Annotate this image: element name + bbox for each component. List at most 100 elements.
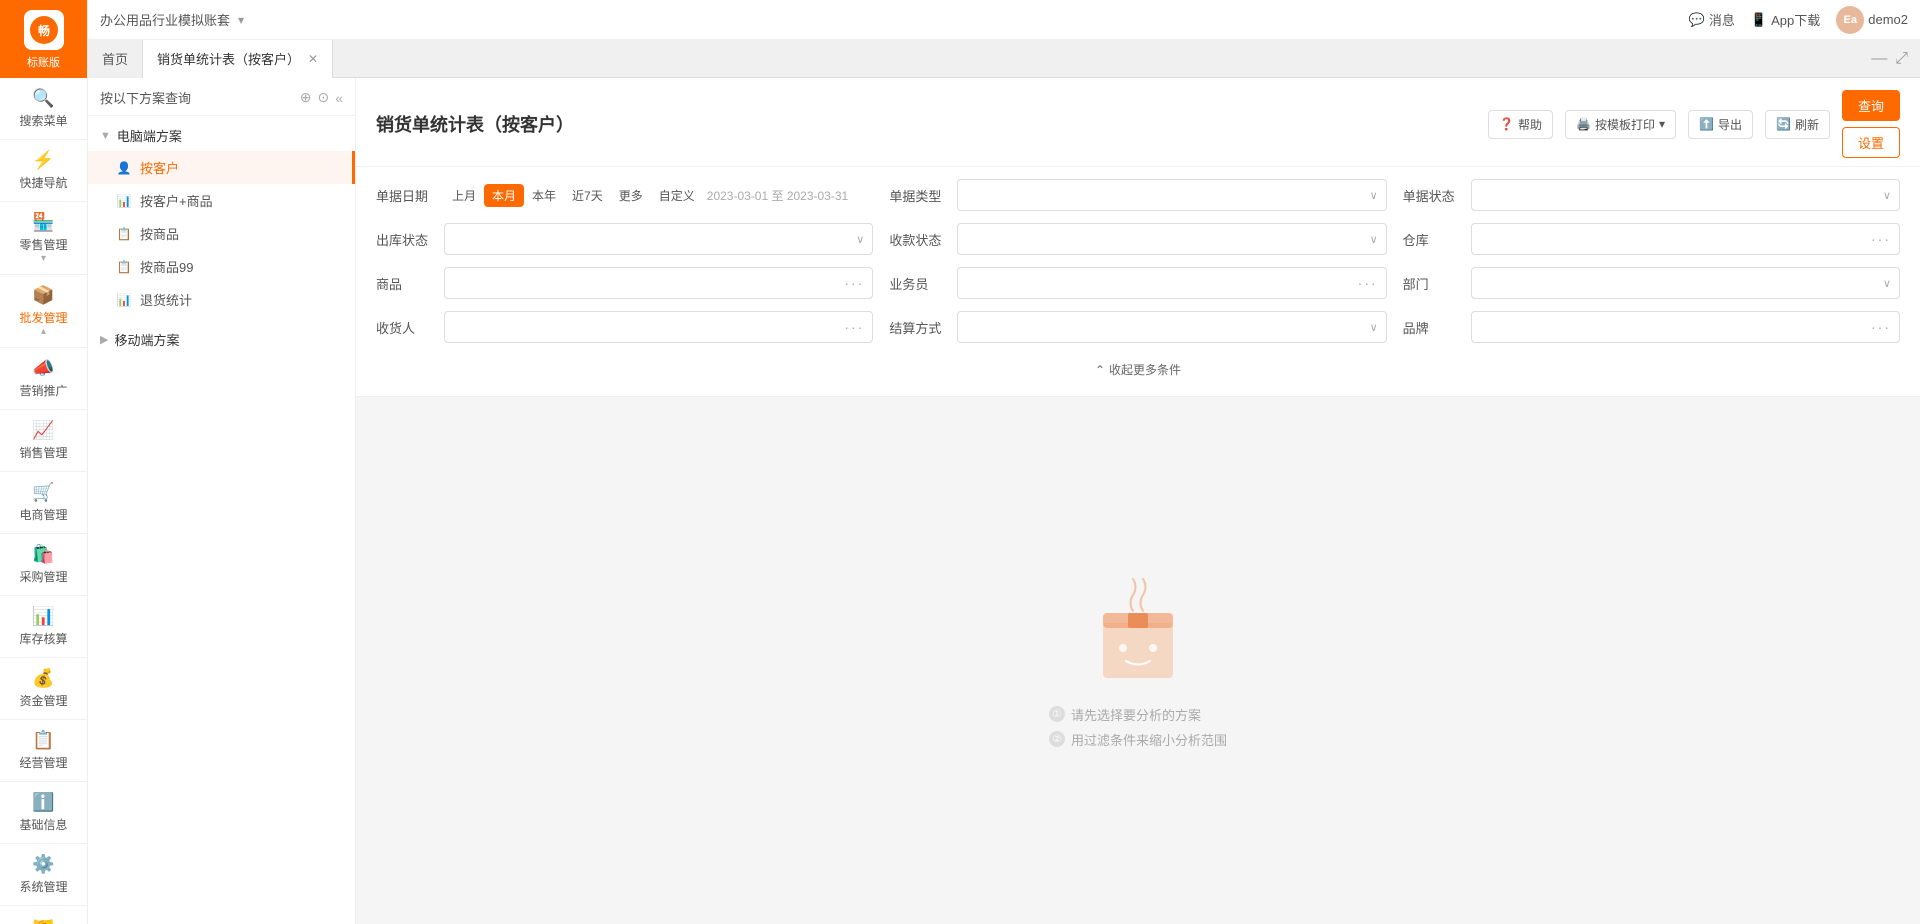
print-button[interactable]: 🖨️ 按模板打印 ▾ xyxy=(1565,110,1676,139)
refresh-label: 刷新 xyxy=(1795,116,1819,133)
sidebar-item-quicknav[interactable]: ⚡ 快捷导航 xyxy=(0,140,87,202)
filter-consignee: 收货人 ··· xyxy=(376,311,873,343)
department-input[interactable]: ∨ xyxy=(1471,267,1900,299)
scheme-item-goods[interactable]: 📋 按商品 xyxy=(88,217,355,250)
sidebar-item-search[interactable]: 🔍 搜索菜单 xyxy=(0,78,87,140)
sidebar-item-label: 零售管理 xyxy=(19,236,67,253)
query-button[interactable]: 查询 xyxy=(1842,90,1900,121)
scheme-item-goods99-label: 按商品99 xyxy=(140,257,193,276)
tab-home[interactable]: 首页 xyxy=(88,40,143,78)
sidebar-item-wholesale[interactable]: 📦 批发管理 ▴ xyxy=(0,275,87,348)
settlement-label: 结算方式 xyxy=(889,318,949,337)
sidebar-item-label: 批发管理 xyxy=(19,309,67,326)
content-area: 按以下方案查询 ⊕ ⊙ « ▼ 电脑端方案 👤 按客户 📊 xyxy=(88,78,1920,924)
salesperson-input[interactable]: ··· xyxy=(957,267,1386,299)
scheme-group-desktop-label: 电脑端方案 xyxy=(117,126,182,145)
group-expand-icon: ▼ xyxy=(100,130,111,142)
filter-row-4: 收货人 ··· 结算方式 ∨ 品牌 xyxy=(376,311,1900,343)
page-header: 销货单统计表（按客户） ❓ 帮助 🖨️ 按模板打印 ▾ ⬆️ 导出 xyxy=(356,78,1920,167)
tab-maximize-icon[interactable]: ⤢ xyxy=(1895,50,1908,68)
chevron-up-icon: ▴ xyxy=(41,326,46,337)
scheme-item-return-stats[interactable]: 📊 退货统计 xyxy=(88,283,355,316)
scheme-item-customer-goods[interactable]: 📊 按客户+商品 xyxy=(88,184,355,217)
scheme-group-desktop: ▼ 电脑端方案 👤 按客户 📊 按客户+商品 📋 按商品 📋 按商 xyxy=(88,116,355,320)
export-button[interactable]: ⬆️ 导出 xyxy=(1688,110,1753,139)
tab-sales-stats-label: 销货单统计表（按客户） xyxy=(157,49,300,68)
collapse-bar[interactable]: ⌃ 收起更多条件 xyxy=(376,355,1900,384)
filter-row-2: 出库状态 ∨ 收款状态 ∨ 仓库 xyxy=(376,223,1900,255)
settings-scheme-icon[interactable]: ⊙ xyxy=(317,89,329,106)
chevron-down-icon: ▾ xyxy=(41,253,46,264)
refresh-button[interactable]: 🔄 刷新 xyxy=(1765,110,1830,139)
tip-text-2: 用过滤条件来缩小分析范围 xyxy=(1071,730,1227,749)
date-range-bar: 上月 本月 本年 近7天 更多 自定义 2023-03-01 至 2023-03… xyxy=(444,183,873,208)
tab-minimize-icon[interactable]: — xyxy=(1871,50,1887,68)
sidebar-item-basicinfo[interactable]: ℹ️ 基础信息 xyxy=(0,782,87,844)
app-logo-text: 标账版 xyxy=(27,54,60,70)
collapse-arrow-icon: ⌃ xyxy=(1095,363,1105,377)
brand-dots-icon: ··· xyxy=(1871,319,1891,335)
tab-sales-stats[interactable]: 销货单统计表（按客户） ✕ xyxy=(143,40,333,78)
sidebar-item-retail[interactable]: 🏪 零售管理 ▾ xyxy=(0,202,87,275)
management-icon: 📋 xyxy=(32,730,54,751)
sales-icon: 📈 xyxy=(32,420,54,441)
help-label: 帮助 xyxy=(1518,116,1542,133)
date-btn-more[interactable]: 更多 xyxy=(611,183,651,208)
tip-num-1: ① xyxy=(1049,706,1065,722)
right-header-btns: 查询 设置 xyxy=(1842,90,1900,158)
page-header-actions: ❓ 帮助 🖨️ 按模板打印 ▾ ⬆️ 导出 🔄 刷新 xyxy=(1488,90,1900,158)
refresh-icon: 🔄 xyxy=(1776,117,1791,131)
sidebar-item-label: 系统管理 xyxy=(19,878,67,895)
sidebar-item-management[interactable]: 📋 经营管理 xyxy=(0,720,87,782)
filter-department: 部门 ∨ xyxy=(1403,267,1900,299)
app-download-label: App下载 xyxy=(1771,10,1820,29)
collapse-panel-icon[interactable]: « xyxy=(335,90,343,106)
goods-dots-icon: ··· xyxy=(844,275,864,291)
industry-dropdown[interactable]: ▾ xyxy=(238,13,244,27)
export-label: 导出 xyxy=(1718,116,1742,133)
doc-status-input[interactable]: ∨ xyxy=(1471,179,1900,211)
app-logo: 畅 标账版 xyxy=(0,0,87,78)
receipt-status-input[interactable]: ∨ xyxy=(957,223,1386,255)
app-download-button[interactable]: 📱 App下载 xyxy=(1751,10,1820,29)
doc-type-arrow-icon: ∨ xyxy=(1370,189,1378,202)
date-btn-7days[interactable]: 近7天 xyxy=(564,183,611,208)
help-button[interactable]: ❓ 帮助 xyxy=(1488,110,1553,139)
date-btn-this-year[interactable]: 本年 xyxy=(524,183,564,208)
doc-type-input[interactable]: ∨ xyxy=(957,179,1386,211)
doc-status-arrow-icon: ∨ xyxy=(1883,189,1891,202)
sidebar-item-system[interactable]: ⚙️ 系统管理 xyxy=(0,844,87,906)
main-area: 办公用品行业模拟账套 ▾ 💬 消息 📱 App下载 Ea demo2 首页 xyxy=(88,0,1920,924)
add-scheme-icon[interactable]: ⊕ xyxy=(300,89,312,106)
message-icon: 💬 xyxy=(1689,12,1705,28)
sidebar-item-collab[interactable]: 🤝 企业协同 xyxy=(0,906,87,924)
filter-out-status: 出库状态 ∨ xyxy=(376,223,873,255)
sidebar-item-marketing[interactable]: 📣 营销推广 xyxy=(0,348,87,410)
sidebar-item-label: 库存核算 xyxy=(19,630,67,647)
scheme-group-mobile-header[interactable]: ▶ 移动端方案 xyxy=(88,324,355,355)
brand-input[interactable]: ··· xyxy=(1471,311,1900,343)
user-profile[interactable]: Ea demo2 xyxy=(1836,6,1908,34)
scheme-group-desktop-header[interactable]: ▼ 电脑端方案 xyxy=(88,120,355,151)
date-btn-custom[interactable]: 自定义 xyxy=(651,183,703,208)
goods-input[interactable]: ··· xyxy=(444,267,873,299)
scheme-item-goods99[interactable]: 📋 按商品99 xyxy=(88,250,355,283)
sidebar-item-sales[interactable]: 📈 销售管理 xyxy=(0,410,87,472)
date-btn-last-month[interactable]: 上月 xyxy=(444,183,484,208)
settings-button[interactable]: 设置 xyxy=(1842,127,1900,158)
message-button[interactable]: 💬 消息 xyxy=(1689,10,1735,29)
sidebar-item-ecommerce[interactable]: 🛒 电商管理 xyxy=(0,472,87,534)
sidebar-item-inventory[interactable]: 📊 库存核算 xyxy=(0,596,87,658)
date-btn-this-month[interactable]: 本月 xyxy=(484,184,524,207)
sidebar-item-finance[interactable]: 💰 资金管理 xyxy=(0,658,87,720)
sidebar-item-purchase[interactable]: 🛍️ 采购管理 xyxy=(0,534,87,596)
warehouse-input[interactable]: ··· xyxy=(1471,223,1900,255)
filter-warehouse: 仓库 ··· xyxy=(1403,223,1900,255)
filter-doc-status: 单据状态 ∨ xyxy=(1403,179,1900,211)
consignee-input[interactable]: ··· xyxy=(444,311,873,343)
doc-type-label: 单据类型 xyxy=(889,186,949,205)
tab-close-icon[interactable]: ✕ xyxy=(308,52,318,66)
out-status-input[interactable]: ∨ xyxy=(444,223,873,255)
scheme-item-customer[interactable]: 👤 按客户 xyxy=(88,151,355,184)
settlement-input[interactable]: ∨ xyxy=(957,311,1386,343)
